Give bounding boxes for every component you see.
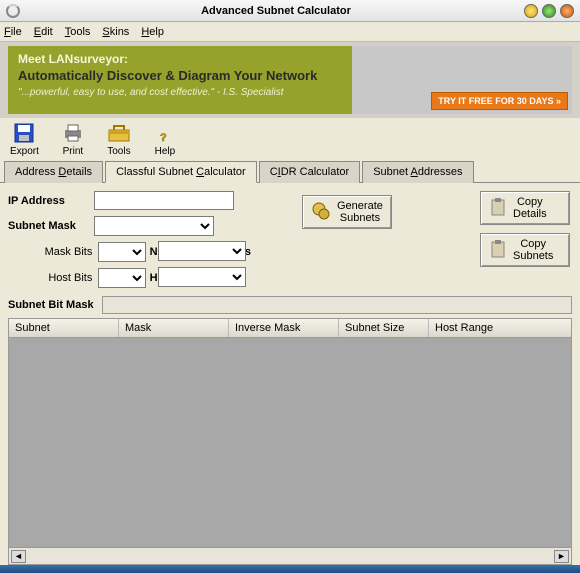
toolbar: Export Print Tools ? Help bbox=[0, 118, 580, 160]
ip-input[interactable] bbox=[94, 191, 234, 210]
tab-subnet-addresses[interactable]: Subnet Addresses bbox=[362, 161, 473, 183]
printer-icon bbox=[61, 121, 85, 145]
col-hostrange[interactable]: Host Range bbox=[429, 319, 571, 337]
tabs: Address Details Classful Subnet Calculat… bbox=[0, 160, 580, 183]
print-label: Print bbox=[63, 146, 84, 157]
hostsper-select[interactable] bbox=[158, 267, 246, 287]
tools-label: Tools bbox=[107, 146, 130, 157]
generate-label: GenerateSubnets bbox=[337, 200, 383, 224]
tab-classful-subnet[interactable]: Classful Subnet Calculator bbox=[105, 161, 257, 183]
main-panel: IP Address Subnet Mask Mask Bits Number … bbox=[0, 183, 580, 573]
print-button[interactable]: Print bbox=[61, 121, 85, 157]
copydetails-label: CopyDetails bbox=[513, 196, 547, 220]
banner-cta-button[interactable]: TRY IT FREE FOR 30 DAYS » bbox=[431, 92, 568, 110]
numsubnets-select[interactable] bbox=[158, 241, 246, 261]
subnetbitmask-label: Subnet Bit Mask bbox=[8, 299, 98, 311]
tab-cidr[interactable]: CIDR Calculator bbox=[259, 161, 360, 183]
clipboard-icon bbox=[489, 197, 507, 220]
ad-banner[interactable]: Meet LANsurveyor: Automatically Discover… bbox=[8, 46, 572, 114]
menubar: File Edit Tools Skins Help bbox=[0, 22, 580, 42]
titlebar: Advanced Subnet Calculator bbox=[0, 0, 580, 22]
maskbits-label: Mask Bits bbox=[8, 246, 92, 258]
scroll-left-button[interactable]: ◄ bbox=[11, 550, 26, 563]
col-size[interactable]: Subnet Size bbox=[339, 319, 429, 337]
help-label: Help bbox=[155, 146, 176, 157]
hostbits-label: Host Bits bbox=[8, 272, 92, 284]
menu-skins[interactable]: Skins bbox=[102, 26, 129, 38]
subnetbitmask-display bbox=[102, 296, 572, 314]
close-button[interactable] bbox=[560, 4, 574, 18]
menu-tools[interactable]: Tools bbox=[65, 26, 91, 38]
help-button[interactable]: ? Help bbox=[153, 121, 177, 157]
svg-text:?: ? bbox=[160, 132, 167, 144]
copy-subnets-button[interactable]: CopySubnets bbox=[480, 233, 570, 267]
horizontal-scrollbar[interactable]: ◄ ► bbox=[8, 548, 572, 565]
gear-icon bbox=[311, 201, 331, 224]
clipboard-icon bbox=[489, 239, 507, 262]
menu-help[interactable]: Help bbox=[141, 26, 164, 38]
tools-button[interactable]: Tools bbox=[107, 121, 131, 157]
minimize-button[interactable] bbox=[524, 4, 538, 18]
toolbox-icon bbox=[107, 121, 131, 145]
maximize-button[interactable] bbox=[542, 4, 556, 18]
hostbits-select[interactable] bbox=[98, 268, 145, 288]
banner-line1: Meet LANsurveyor: bbox=[18, 52, 342, 66]
col-inverse[interactable]: Inverse Mask bbox=[229, 319, 339, 337]
export-label: Export bbox=[10, 146, 39, 157]
taskbar bbox=[0, 565, 580, 573]
window-title: Advanced Subnet Calculator bbox=[28, 5, 524, 17]
subnetmask-select[interactable] bbox=[94, 216, 214, 236]
copy-details-button[interactable]: CopyDetails bbox=[480, 191, 570, 225]
tab-address-details[interactable]: Address Details bbox=[4, 161, 103, 183]
copysubnets-label: CopySubnets bbox=[513, 238, 553, 262]
col-subnet[interactable]: Subnet bbox=[9, 319, 119, 337]
floppy-icon bbox=[12, 121, 36, 145]
subnetmask-label: Subnet Mask bbox=[8, 220, 88, 232]
col-mask[interactable]: Mask bbox=[119, 319, 229, 337]
banner-image: TRY IT FREE FOR 30 DAYS » bbox=[352, 46, 572, 114]
maskbits-select[interactable] bbox=[98, 242, 145, 262]
loading-icon bbox=[6, 4, 20, 18]
scroll-right-button[interactable]: ► bbox=[554, 550, 569, 563]
export-button[interactable]: Export bbox=[10, 121, 39, 157]
menu-file[interactable]: File bbox=[4, 26, 22, 38]
banner-line3: "...powerful, easy to use, and cost effe… bbox=[18, 87, 342, 98]
table-header: Subnet Mask Inverse Mask Subnet Size Hos… bbox=[8, 318, 572, 338]
ip-label: IP Address bbox=[8, 195, 88, 207]
menu-edit[interactable]: Edit bbox=[34, 26, 53, 38]
generate-subnets-button[interactable]: GenerateSubnets bbox=[302, 195, 392, 229]
table-body bbox=[8, 338, 572, 548]
banner-line2: Automatically Discover & Diagram Your Ne… bbox=[18, 68, 342, 83]
help-icon: ? bbox=[153, 121, 177, 145]
